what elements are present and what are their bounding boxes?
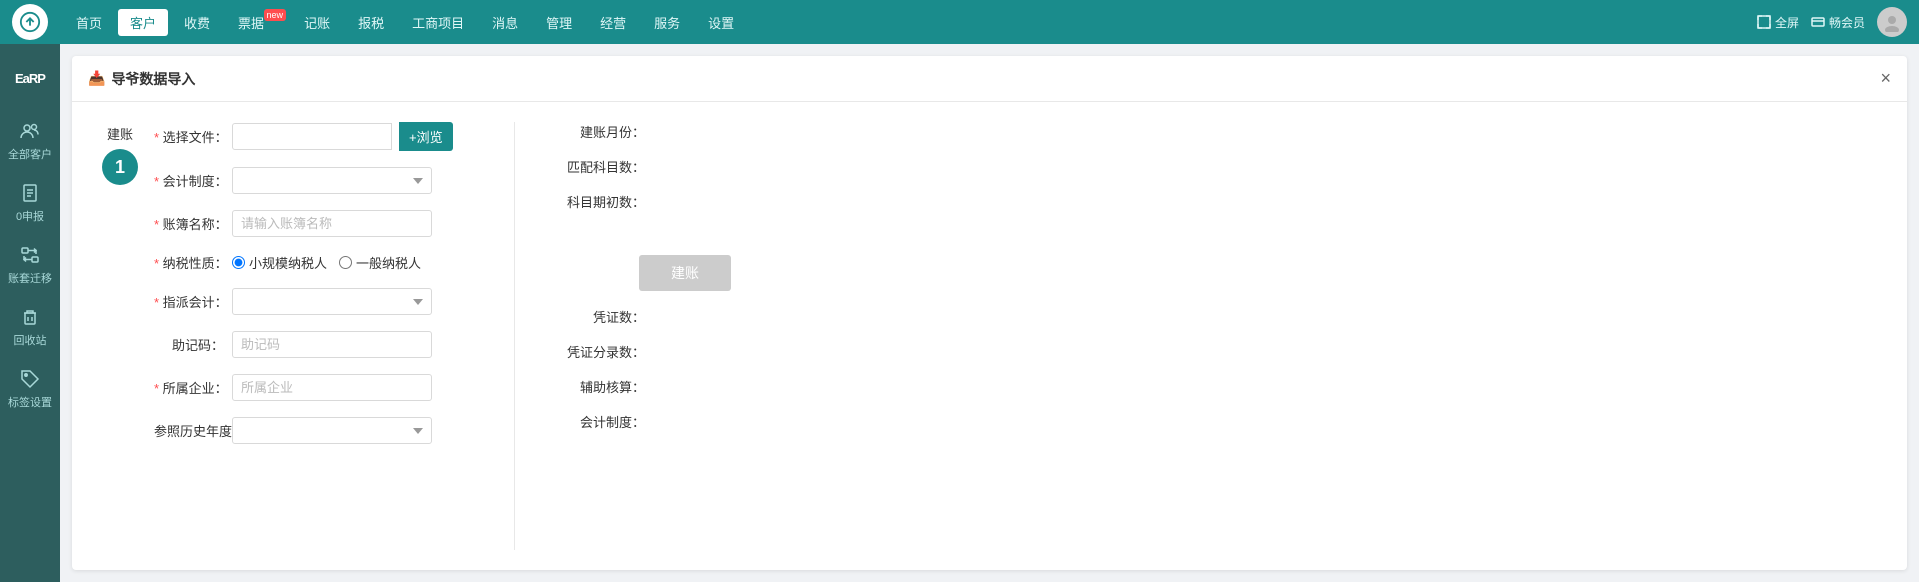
accounting-system-row: 会计制度： [154, 167, 474, 194]
account-month-label: 建账月份： [555, 122, 645, 141]
accounting-system-select[interactable] [232, 167, 432, 194]
sidebar-logo: EaRP [4, 52, 56, 104]
info-row-account-month: 建账月份： [555, 122, 815, 141]
company-input[interactable] [232, 374, 432, 401]
report-icon [19, 182, 41, 204]
accounting-system-info-label: 会计制度： [555, 412, 645, 431]
sidebar: EaRP 全部客户 0申报 [0, 44, 60, 582]
history-year-row: 参照历史年度： [154, 417, 474, 444]
voucher-count-label: 凭证数： [555, 307, 645, 326]
nav-item-tax[interactable]: 报税 [346, 9, 396, 36]
memo-code-row: 助记码： [154, 331, 474, 358]
radio-small-input[interactable] [232, 256, 245, 269]
accounting-system-label: 会计制度： [154, 171, 224, 190]
step-indicator: 建账 1 [102, 122, 138, 185]
app-logo [12, 4, 48, 40]
radio-small-taxpayer[interactable]: 小规模纳税人 [232, 253, 327, 272]
browse-button[interactable]: +浏览 [399, 122, 453, 151]
ledger-name-input[interactable] [232, 210, 432, 237]
trash-icon [19, 306, 41, 328]
assign-accountant-row: 指派会计： [154, 288, 474, 315]
info-row-voucher-entries: 凭证分录数： [555, 342, 815, 361]
section-divider [514, 122, 515, 550]
sidebar-item-label: 全部客户 [8, 146, 52, 162]
sidebar-item-label: 回收站 [14, 332, 47, 348]
subject-init-label: 科目期初数： [555, 192, 645, 211]
dialog-header: 📥 导爷数据导入 × [72, 56, 1907, 102]
ledger-name-row: 账簿名称： [154, 210, 474, 237]
nav-items: 首页 客户 收费 票据 new 记账 报税 工商项目 消息 管理 经营 服务 设… [64, 9, 1757, 36]
aux-accounting-label: 辅助核算： [555, 377, 645, 396]
import-icon: 📥 [88, 70, 105, 87]
users-icon [19, 120, 41, 142]
sidebar-item-declaration[interactable]: 0申报 [4, 174, 56, 232]
main-layout: EaRP 全部客户 0申报 [0, 44, 1919, 582]
step-label: 建账 [107, 124, 133, 143]
step-section: 建账 1 选择文件： +浏览 会计制度： [102, 122, 474, 550]
select-file-label: 选择文件： [154, 127, 224, 146]
match-subjects-label: 匹配科目数： [555, 157, 645, 176]
fullscreen-button[interactable]: 全屏 [1757, 14, 1799, 31]
history-year-select[interactable] [232, 417, 432, 444]
nav-item-settings[interactable]: 设置 [696, 9, 746, 36]
info-row-aux-accounting: 辅助核算： [555, 377, 815, 396]
establish-btn-container: 建账 [555, 247, 815, 291]
top-navigation: 首页 客户 收费 票据 new 记账 报税 工商项目 消息 管理 经营 服务 设… [0, 0, 1919, 44]
sidebar-item-recycle[interactable]: 回收站 [4, 298, 56, 356]
dialog-title: 📥 导爷数据导入 [88, 69, 195, 89]
tax-type-label: 纳税性质： [154, 253, 224, 272]
company-row: 所属企业： [154, 374, 474, 401]
select-file-input[interactable] [232, 123, 392, 150]
info-row-voucher-count: 凭证数： [555, 307, 815, 326]
nav-item-invoice[interactable]: 票据 new [226, 9, 288, 36]
info-row-accounting-system: 会计制度： [555, 412, 815, 431]
nav-item-message[interactable]: 消息 [480, 9, 530, 36]
nav-item-bizproject[interactable]: 工商项目 [400, 9, 476, 36]
sidebar-item-label: 0申报 [16, 208, 44, 224]
establish-button[interactable]: 建账 [639, 255, 731, 291]
sidebar-item-label: 账套迁移 [8, 270, 52, 286]
nav-item-billing[interactable]: 收费 [172, 9, 222, 36]
tag-icon [19, 368, 41, 390]
tax-type-row: 纳税性质： 小规模纳税人 一般纳税人 [154, 253, 474, 272]
nav-item-service[interactable]: 服务 [642, 9, 692, 36]
tax-type-radio-group: 小规模纳税人 一般纳税人 [232, 253, 421, 272]
info-section: 建账月份： 匹配科目数： 科目期初数： 建账 [555, 122, 815, 550]
sidebar-item-all-clients[interactable]: 全部客户 [4, 112, 56, 170]
ledger-name-label: 账簿名称： [154, 214, 224, 233]
company-label: 所属企业： [154, 378, 224, 397]
step-badge: 1 [102, 149, 138, 185]
radio-general-input[interactable] [339, 256, 352, 269]
nav-item-home[interactable]: 首页 [64, 9, 114, 36]
memo-code-label: 助记码： [154, 335, 224, 354]
sidebar-item-tags[interactable]: 标签设置 [4, 360, 56, 418]
sidebar-item-label: 标签设置 [8, 394, 52, 410]
assign-accountant-select[interactable] [232, 288, 432, 315]
nav-item-client[interactable]: 客户 [118, 9, 168, 36]
sidebar-item-migration[interactable]: 账套迁移 [4, 236, 56, 294]
nav-item-operations[interactable]: 经营 [588, 9, 638, 36]
content-area: 📥 导爷数据导入 × 建账 1 [60, 44, 1919, 582]
new-badge: new [264, 9, 287, 22]
dialog-card: 📥 导爷数据导入 × 建账 1 [72, 56, 1907, 570]
info-row-match-subjects: 匹配科目数： [555, 157, 815, 176]
voucher-entries-label: 凭证分录数： [555, 342, 645, 361]
top-nav-right: 全屏 畅会员 [1757, 7, 1907, 37]
dialog-close-button[interactable]: × [1880, 68, 1891, 89]
radio-general-taxpayer[interactable]: 一般纳税人 [339, 253, 421, 272]
assign-accountant-label: 指派会计： [154, 292, 224, 311]
avatar[interactable] [1877, 7, 1907, 37]
memo-code-input[interactable] [232, 331, 432, 358]
migrate-icon [19, 244, 41, 266]
history-year-label: 参照历史年度： [154, 421, 224, 440]
nav-item-manage[interactable]: 管理 [534, 9, 584, 36]
member-button[interactable]: 畅会员 [1811, 14, 1865, 31]
dialog-body: 建账 1 选择文件： +浏览 会计制度： [72, 102, 1907, 570]
form-fields: 选择文件： +浏览 会计制度： [154, 122, 474, 444]
nav-item-ledger[interactable]: 记账 [292, 9, 342, 36]
info-row-subject-init: 科目期初数： [555, 192, 815, 211]
select-file-row: 选择文件： +浏览 [154, 122, 474, 151]
